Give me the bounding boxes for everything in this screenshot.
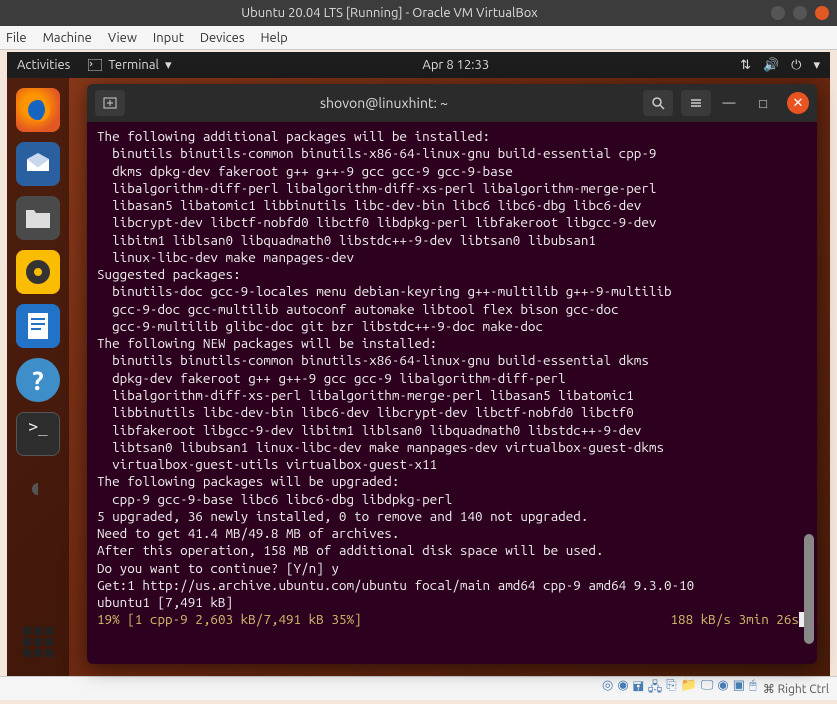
terminal-icon — [88, 59, 102, 71]
vm-screen: Activities Terminal ▾ Apr 8 12:33 ⇅ 🔊 ⏻ … — [7, 52, 830, 676]
term-line: gcc-9-doc gcc-multilib autoconf automake… — [97, 301, 619, 317]
clock[interactable]: Apr 8 12:33 — [171, 58, 740, 72]
dock-firefox-icon[interactable] — [16, 88, 60, 132]
mouse-icon: 🖰 — [749, 678, 757, 700]
hostkey-label: Right Ctrl — [778, 683, 829, 696]
power-icon: ⏻ — [791, 58, 801, 73]
volume-icon: 🔊 — [763, 58, 779, 73]
virtualbox-statusbar: ◎ ◉ 🖬 🖧 ⎘ 📁 🖵 ◉ ▣ 🖰 ⌘ Right Ctrl — [0, 676, 837, 700]
term-line: libtsan0 libubsan1 linux-libc-dev make m… — [97, 439, 664, 455]
maximize-icon[interactable] — [793, 6, 807, 20]
dock-thunderbird-icon[interactable] — [16, 142, 60, 186]
term-line: The following NEW packages will be insta… — [97, 335, 437, 351]
hamburger-button[interactable] — [681, 90, 711, 116]
vbox-status-icons[interactable]: ◎ ◉ 🖬 🖧 ⎘ 📁 🖵 ◉ ▣ 🖰 — [602, 678, 757, 700]
term-line: libcrypt-dev libctf-nobfd0 libctf0 libdp… — [97, 214, 656, 230]
menu-file[interactable]: File — [6, 31, 27, 45]
term-line: dpkg-dev fakeroot g++ g++-9 gcc gcc-9 li… — [97, 370, 566, 386]
term-line: libasan5 libatomic1 libbinutils libc-dev… — [97, 197, 641, 213]
recording-icon: ◉ — [717, 678, 728, 700]
menu-machine[interactable]: Machine — [43, 31, 92, 45]
terminal-titlebar: shovon@linuxhint: ~ — □ ✕ — [87, 84, 817, 122]
terminal-title: shovon@linuxhint: ~ — [133, 95, 635, 111]
term-line: After this operation, 158 MB of addition… — [97, 542, 604, 558]
menu-devices[interactable]: Devices — [200, 31, 245, 45]
term-line: libalgorithm-diff-perl libalgorithm-diff… — [97, 180, 656, 196]
term-line: linux-libc-dev make manpages-dev — [97, 249, 354, 265]
ubuntu-dock: ? >_ ◐ — [7, 78, 69, 676]
dock-settings-icon[interactable]: ◐ — [16, 466, 60, 510]
term-line: ubuntu1 [7,491 kB] — [97, 594, 233, 610]
term-line: binutils binutils-common binutils-x86-64… — [97, 352, 649, 368]
search-button[interactable] — [643, 90, 673, 116]
term-line: virtualbox-guest-utils virtualbox-guest-… — [97, 456, 437, 472]
term-line: Do you want to continue? [Y/n] y — [97, 560, 339, 576]
menu-view[interactable]: View — [108, 31, 137, 45]
term-line: Need to get 41.4 MB/49.8 MB of archives. — [97, 525, 399, 541]
term-line: dkms dpkg-dev fakeroot g++ g++-9 gcc gcc… — [97, 163, 513, 179]
hostkey-indicator: ⌘ Right Ctrl — [763, 682, 829, 696]
system-tray[interactable]: ⇅ 🔊 ⏻ ▾ — [740, 58, 820, 73]
hamburger-icon — [689, 96, 703, 110]
term-line: Get:1 http://us.archive.ubuntu.com/ubunt… — [97, 577, 694, 593]
hdd-icon: ◎ — [602, 678, 613, 700]
usb-icon: ⎘ — [666, 678, 676, 700]
term-line: The following packages will be upgraded: — [97, 473, 399, 489]
menu-input[interactable]: Input — [153, 31, 184, 45]
dock-files-icon[interactable] — [16, 196, 60, 240]
scrollbar-thumb[interactable] — [804, 534, 814, 644]
term-line: The following additional packages will b… — [97, 128, 490, 144]
minimize-icon[interactable] — [771, 6, 785, 20]
ubuntu-topbar: Activities Terminal ▾ Apr 8 12:33 ⇅ 🔊 ⏻ … — [7, 52, 830, 78]
terminal-window: shovon@linuxhint: ~ — □ ✕ The following … — [87, 84, 817, 664]
cpu-icon: ▣ — [733, 678, 745, 700]
virtualbox-menubar: File Machine View Input Devices Help — [0, 26, 837, 50]
term-line: libalgorithm-diff-xs-perl libalgorithm-m… — [97, 387, 634, 403]
chevron-down-icon: ▾ — [813, 58, 820, 73]
new-tab-icon — [103, 96, 117, 110]
virtualbox-title: Ubuntu 20.04 LTS [Running] - Oracle VM V… — [8, 6, 771, 20]
search-icon — [651, 96, 665, 110]
dock-help-icon[interactable]: ? — [16, 358, 60, 402]
term-line: Suggested packages: — [97, 266, 241, 282]
term-line: cpp-9 gcc-9-base libc6 libc6-dbg libdpkg… — [97, 491, 452, 507]
term-line: libfakeroot libgcc-9-dev libitm1 liblsan… — [97, 422, 641, 438]
close-icon[interactable] — [815, 6, 829, 20]
audio-icon: 🖬 — [633, 678, 644, 700]
dock-rhythmbox-icon[interactable] — [16, 250, 60, 294]
menu-help[interactable]: Help — [261, 31, 288, 45]
activities-button[interactable]: Activities — [17, 58, 70, 72]
term-line: libbinutils libc-dev-bin libc6-dev libcr… — [97, 404, 634, 420]
terminal-window-controls: — □ ✕ — [719, 92, 809, 114]
network-icon: 🖧 — [648, 678, 663, 700]
term-line: gcc-9-multilib glibc-doc git bzr libstdc… — [97, 318, 543, 334]
maximize-button[interactable]: □ — [753, 93, 773, 113]
app-menu-label: Terminal — [108, 58, 159, 72]
term-line: 5 upgraded, 36 newly installed, 0 to rem… — [97, 508, 588, 524]
display-icon: 🖵 — [701, 678, 714, 700]
progress-right: 188 kB/s 3min 26s — [670, 611, 799, 627]
virtualbox-window-controls — [771, 6, 829, 20]
terminal-scrollbar[interactable] — [804, 134, 814, 644]
optical-icon: ◉ — [617, 678, 628, 700]
dock-writer-icon[interactable] — [16, 304, 60, 348]
new-tab-button[interactable] — [95, 90, 125, 116]
minimize-button[interactable]: — — [719, 93, 739, 113]
close-button[interactable]: ✕ — [787, 92, 809, 114]
term-line: binutils binutils-common binutils-x86-64… — [97, 145, 656, 161]
network-icon: ⇅ — [740, 58, 751, 73]
terminal-output[interactable]: The following additional packages will b… — [87, 122, 817, 664]
app-menu[interactable]: Terminal ▾ — [88, 58, 171, 73]
term-line: binutils-doc gcc-9-locales menu debian-k… — [97, 283, 672, 299]
dock-terminal-icon[interactable]: >_ — [16, 412, 60, 456]
virtualbox-titlebar: Ubuntu 20.04 LTS [Running] - Oracle VM V… — [0, 0, 837, 26]
dock-apps-icon[interactable] — [16, 620, 60, 664]
shared-folder-icon: 📁 — [681, 678, 697, 700]
progress-left: 19% [1 cpp-9 2,603 kB/7,491 kB 35%] — [97, 611, 362, 628]
term-line: libitm1 liblsan0 libquadmath0 libstdc++-… — [97, 232, 596, 248]
